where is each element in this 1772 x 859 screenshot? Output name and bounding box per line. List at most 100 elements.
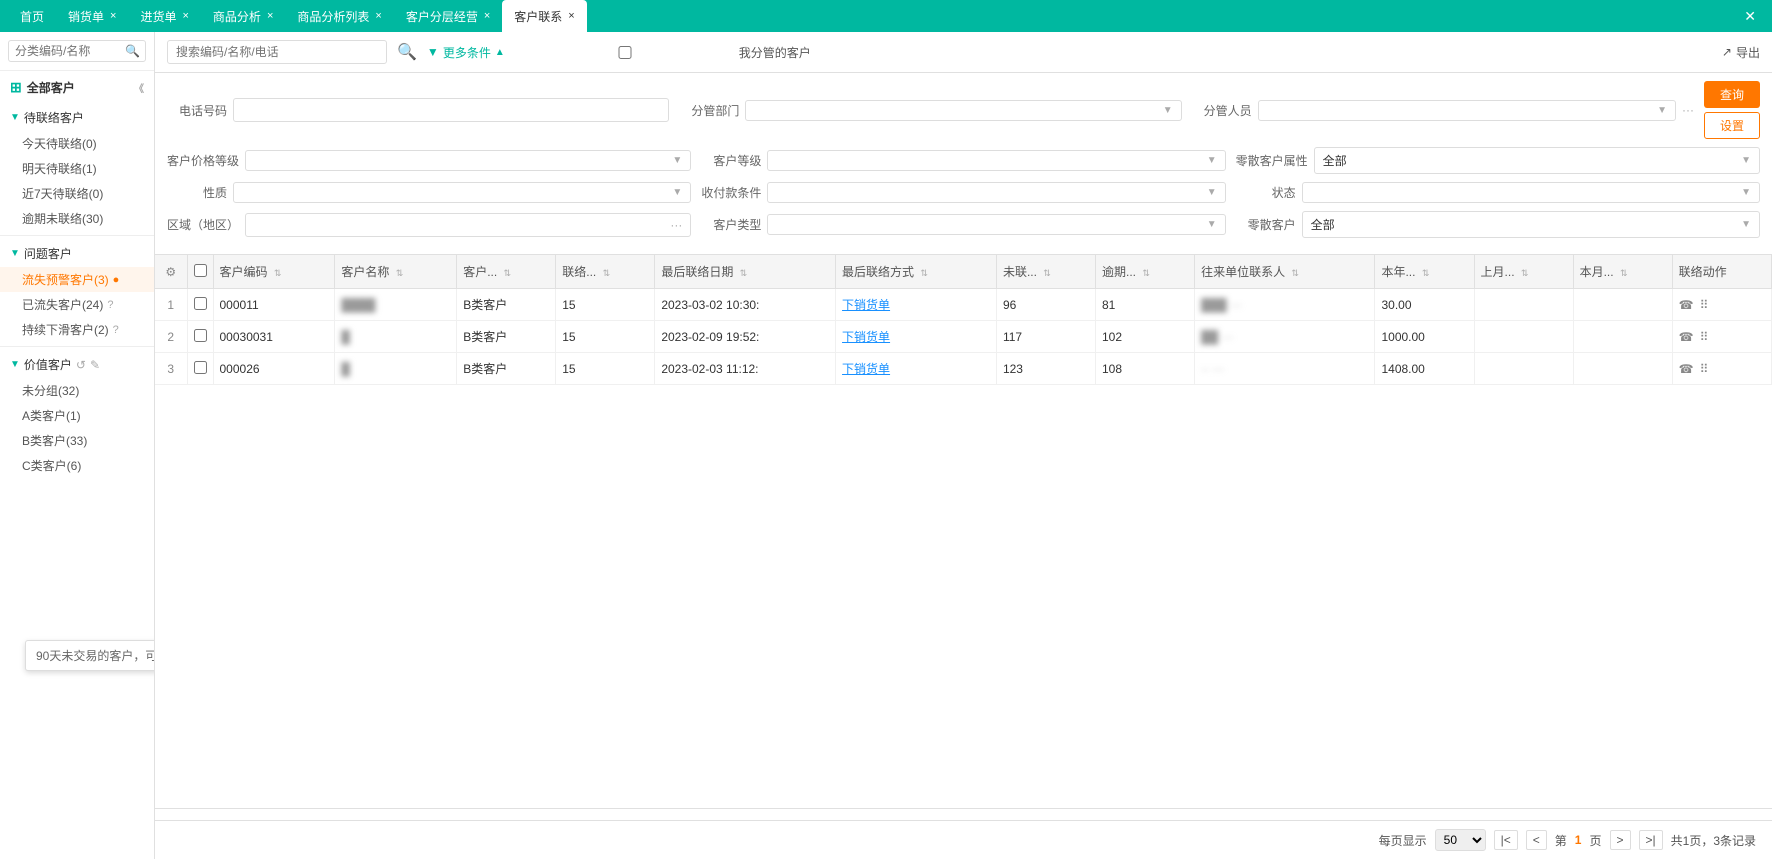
tab-salesorder[interactable]: 销货单 ×: [56, 0, 128, 32]
query-button[interactable]: 查询: [1704, 81, 1760, 108]
last-method-link[interactable]: 下销货单: [842, 362, 890, 376]
tab-customercontact[interactable]: 客户联系 ×: [502, 0, 586, 32]
sidebar-item-overdue[interactable]: 逾期未联络(30): [0, 206, 154, 231]
sort-type-icon[interactable]: ⇅: [504, 268, 512, 278]
value-edit-icon[interactable]: ✎: [90, 358, 100, 372]
tab-home[interactable]: 首页: [8, 8, 56, 25]
sort-thismonth-icon[interactable]: ⇅: [1620, 268, 1628, 278]
sidebar-item-7days[interactable]: 近7天待联络(0): [0, 181, 154, 206]
my-customers-checkbox[interactable]: [515, 46, 735, 59]
search-input[interactable]: [167, 40, 387, 64]
sort-overdue-icon[interactable]: ⇅: [1142, 268, 1150, 278]
status-select[interactable]: ▼: [1302, 182, 1760, 203]
retailattr-select[interactable]: 全部 ▼: [1314, 147, 1760, 174]
retail-select[interactable]: 全部 ▼: [1302, 211, 1760, 238]
close-productanalysis-icon[interactable]: ×: [267, 10, 273, 22]
sidebar-item-bclass[interactable]: B类客户(33): [0, 428, 154, 453]
tab-productanalysis[interactable]: 商品分析 ×: [201, 0, 285, 32]
manager-more-icon[interactable]: ···: [1682, 103, 1694, 117]
close-customercontact-icon[interactable]: ×: [568, 10, 574, 22]
sidebar-root[interactable]: ⊞ 全部客户 《: [0, 71, 154, 104]
close-productanalysislist-icon[interactable]: ×: [375, 10, 381, 22]
sidebar-group-problem-title[interactable]: ▼ 问题客户: [0, 240, 154, 267]
payment-select[interactable]: ▼: [767, 182, 1225, 203]
tab-purchaseorder[interactable]: 进货单 ×: [128, 0, 200, 32]
sort-lastmethod-icon[interactable]: ⇅: [920, 268, 928, 278]
close-customertiering-icon[interactable]: ×: [484, 10, 490, 22]
customerlevel-select[interactable]: ▼: [767, 150, 1225, 171]
gender-select[interactable]: ▼: [233, 182, 691, 203]
settings-button[interactable]: 设置: [1704, 112, 1760, 139]
action-chat-icon[interactable]: ☎: [1679, 330, 1694, 344]
sidebar-group-value-title[interactable]: ▼ 价值客户 ↺ ✎: [0, 351, 154, 378]
window-close-button[interactable]: ✕: [1736, 8, 1764, 25]
sidebar-item-declining[interactable]: 持续下滑客户(2) ?: [0, 317, 154, 342]
col-type: 客户... ⇅: [457, 255, 556, 289]
sort-name-icon[interactable]: ⇅: [396, 268, 404, 278]
dept-select[interactable]: ▼: [745, 100, 1181, 121]
sidebar-item-tomorrow[interactable]: 明天待联络(1): [0, 156, 154, 181]
sidebar-item-churn-warning[interactable]: 流失预警客户(3) ●: [0, 267, 154, 292]
page-first-button[interactable]: |<: [1494, 830, 1518, 850]
close-salesorder-icon[interactable]: ×: [110, 10, 116, 22]
tab-customertiering[interactable]: 客户分层经营 ×: [394, 0, 502, 32]
cell-lastmethod: 下销货单: [836, 289, 997, 321]
select-all-checkbox[interactable]: [194, 264, 207, 277]
my-customers-checkbox-area[interactable]: 我分管的客户: [515, 44, 811, 61]
sidebar-collapse-icon[interactable]: 《: [134, 80, 144, 95]
page-prev-button[interactable]: <: [1526, 830, 1547, 850]
row-checkbox-cell[interactable]: [187, 353, 213, 385]
gear-icon[interactable]: ⚙: [165, 265, 176, 279]
sidebar-group-pending-title[interactable]: ▼ 待联络客户: [0, 104, 154, 131]
action-more-icon[interactable]: ⠿: [1700, 298, 1709, 312]
pricelevel-select[interactable]: ▼: [245, 150, 691, 171]
row-checkbox[interactable]: [194, 297, 207, 310]
sidebar-item-today[interactable]: 今天待联络(0): [0, 131, 154, 156]
tab-productanalysislist[interactable]: 商品分析列表 ×: [285, 0, 393, 32]
action-chat-icon[interactable]: ☎: [1679, 298, 1694, 312]
row-checkbox[interactable]: [194, 329, 207, 342]
phone-input[interactable]: [233, 98, 669, 122]
sidebar-item-ungrouped[interactable]: 未分组(32): [0, 378, 154, 403]
last-method-link[interactable]: 下销货单: [842, 298, 890, 312]
sidebar-item-cclass[interactable]: C类客户(6): [0, 453, 154, 478]
sidebar-item-aclass[interactable]: A类客户(1): [0, 403, 154, 428]
value-refresh-icon[interactable]: ↺: [76, 358, 86, 372]
close-purchaseorder-icon[interactable]: ×: [182, 10, 188, 22]
sort-lastmonth-icon[interactable]: ⇅: [1521, 268, 1529, 278]
select-all-header[interactable]: [187, 255, 213, 289]
page-next-button[interactable]: >: [1610, 830, 1631, 850]
filter-payment: 收付款条件 ▼: [701, 182, 1225, 203]
sort-code-icon[interactable]: ⇅: [274, 268, 282, 278]
sort-liaison-icon[interactable]: ⇅: [1291, 268, 1299, 278]
horizontal-scrollbar[interactable]: [155, 808, 1772, 820]
action-chat-icon[interactable]: ☎: [1679, 362, 1694, 376]
action-more-icon[interactable]: ⠿: [1700, 362, 1709, 376]
data-table: ⚙ 客户编码 ⇅ 客户名称 ⇅ 客户... ⇅ 联络... ⇅ 最后联络日期 ⇅…: [155, 255, 1772, 385]
export-button[interactable]: ↗ 导出: [1722, 44, 1760, 61]
page-last-button[interactable]: >|: [1639, 830, 1663, 850]
sidebar-group-value: ▼ 价值客户 ↺ ✎ 未分组(32) A类客户(1) B类客户(33) C类客户…: [0, 351, 154, 478]
per-page-select[interactable]: 50 100: [1435, 829, 1486, 851]
customertype-select[interactable]: ▼: [767, 214, 1225, 235]
row-num: 2: [155, 321, 187, 353]
manager-select[interactable]: ▼: [1258, 100, 1676, 121]
action-more-icon[interactable]: ⠿: [1700, 330, 1709, 344]
sort-unlinkdays-icon[interactable]: ⇅: [1043, 268, 1051, 278]
sort-lastdate-icon[interactable]: ⇅: [740, 268, 748, 278]
sidebar-group-pending: ▼ 待联络客户 今天待联络(0) 明天待联络(1) 近7天待联络(0) 逾期未联…: [0, 104, 154, 231]
sidebar-item-churned[interactable]: 已流失客户(24) ?: [0, 292, 154, 317]
row-checkbox-cell[interactable]: [187, 321, 213, 353]
row-checkbox[interactable]: [194, 361, 207, 374]
more-conditions-btn[interactable]: ▼ 更多条件 ▲: [427, 44, 505, 61]
last-method-link[interactable]: 下销货单: [842, 330, 890, 344]
row-checkbox-cell[interactable]: [187, 289, 213, 321]
sort-annual-icon[interactable]: ⇅: [1422, 268, 1430, 278]
search-button-icon[interactable]: 🔍: [397, 42, 417, 62]
cell-lastmonth: [1474, 353, 1573, 385]
settings-gear-header[interactable]: ⚙: [155, 255, 187, 289]
region-select[interactable]: ···: [245, 213, 691, 237]
sidebar-group-value-label: 价值客户: [24, 356, 72, 373]
sort-contact-icon[interactable]: ⇅: [603, 268, 611, 278]
region-more-icon[interactable]: ···: [670, 218, 682, 232]
